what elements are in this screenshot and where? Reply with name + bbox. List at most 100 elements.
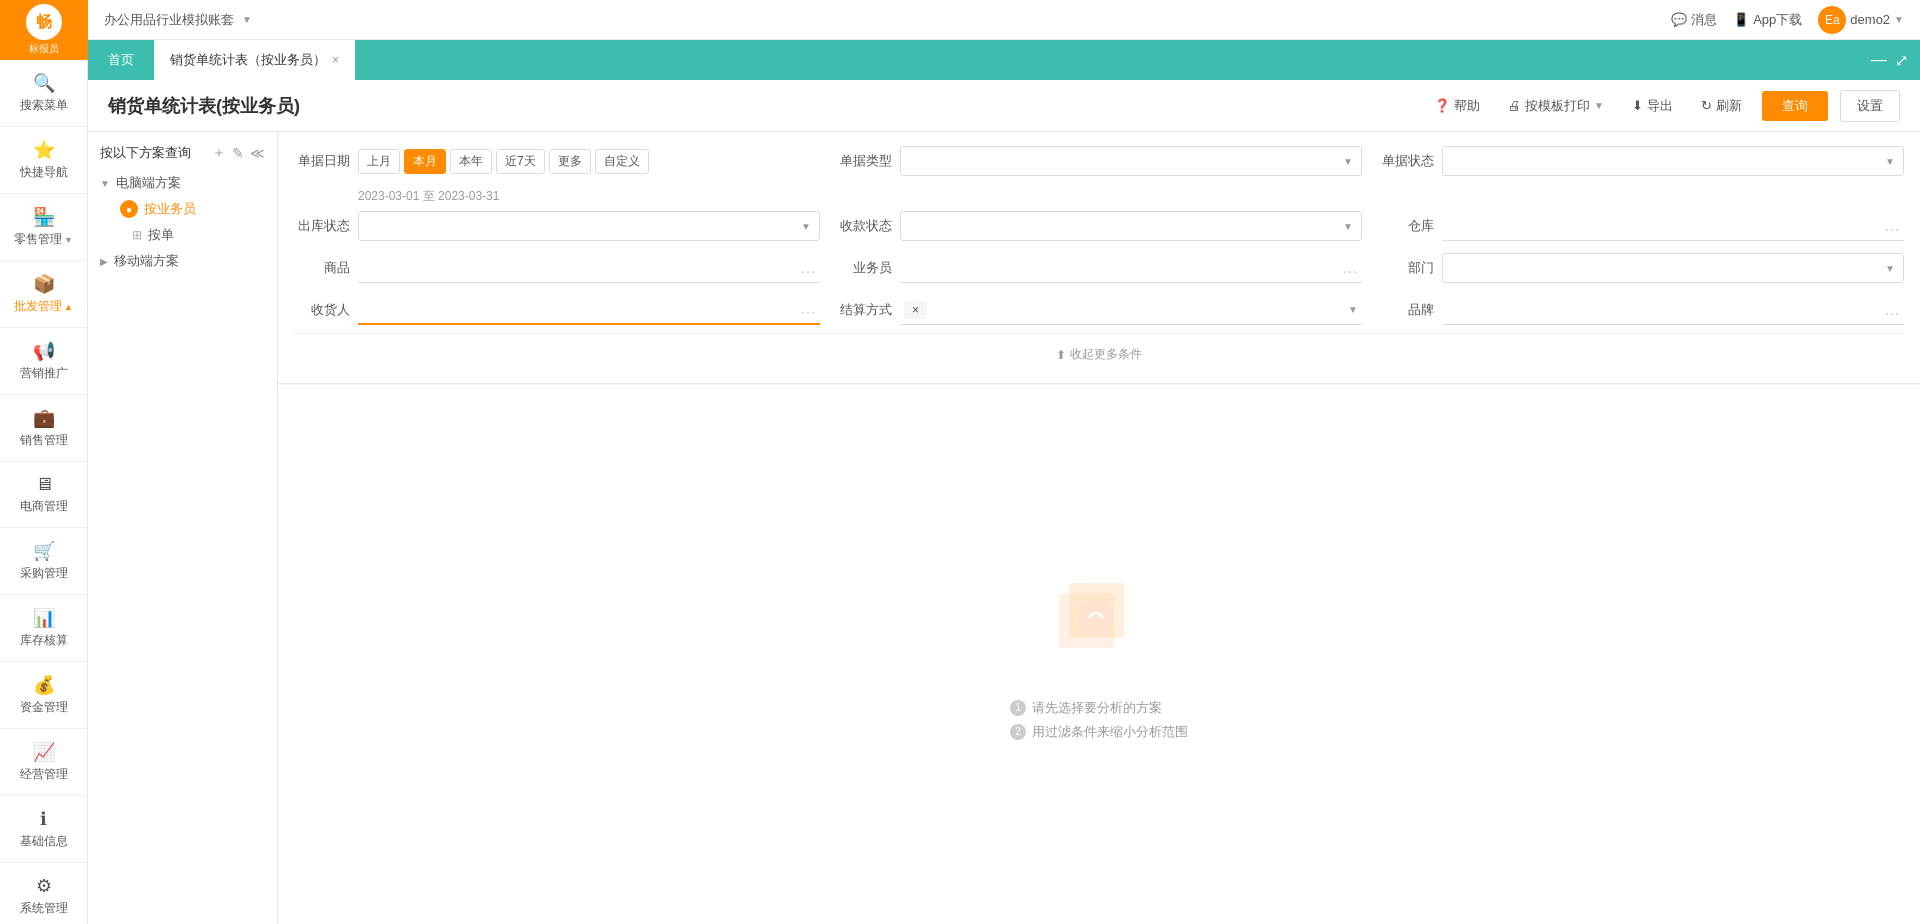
retail-arrow-icon: ▼	[64, 235, 73, 245]
settlement-value: ×	[912, 303, 919, 317]
print-btn[interactable]: 🖨 按模板打印 ▼	[1500, 93, 1612, 119]
sidebar-item-search[interactable]: 🔍 搜索菜单	[0, 60, 87, 127]
doc-type-arrow-icon: ▼	[1343, 156, 1353, 167]
product-label: 商品	[294, 259, 350, 277]
tree-group-desktop[interactable]: ▼ 电脑端方案	[88, 170, 277, 196]
warehouse-input-area[interactable]: …	[1442, 211, 1904, 241]
tab-home[interactable]: 首页	[88, 40, 154, 80]
doc-status-arrow-icon: ▼	[1885, 156, 1895, 167]
settlement-input-area[interactable]: × ▼	[900, 295, 1362, 325]
help-btn[interactable]: ❓ 帮助	[1426, 93, 1488, 119]
app-download-btn[interactable]: 📱 App下载	[1733, 11, 1802, 29]
logo-label: 标报员	[29, 42, 59, 56]
sidebar-item-wholesale[interactable]: 📦 批发管理 ▲	[0, 261, 87, 328]
date-btn-custom[interactable]: 自定义	[595, 149, 649, 174]
right-content: 单据日期 上月 本月 本年 近7天 更多 自定义 单据类型	[278, 132, 1920, 924]
content-area: 按以下方案查询 ＋ ✎ ≪ ▼ 电脑端方案 ● 按业务员 ⊞ 按单	[88, 132, 1920, 924]
brand-label: 品牌	[1378, 301, 1434, 319]
add-scheme-icon[interactable]: ＋	[212, 144, 226, 162]
sidebar-item-label: 采购管理	[20, 565, 68, 582]
sidebar-item-operations[interactable]: 📈 经营管理	[0, 729, 87, 796]
logo-icon: 畅	[26, 4, 62, 40]
inventory-icon: 📊	[33, 607, 55, 629]
sidebar-item-ecommerce[interactable]: 🖥 电商管理	[0, 462, 87, 528]
settlement-dropdown-icon[interactable]: ▼	[1348, 304, 1358, 315]
warehouse-dots-icon[interactable]: …	[1884, 217, 1900, 235]
tree-group-label: 电脑端方案	[116, 174, 181, 192]
avatar: Ea	[1818, 6, 1846, 34]
export-btn[interactable]: ⬇ 导出	[1624, 93, 1681, 119]
sub-icon: ⊞	[132, 228, 142, 242]
sidebar-item-purchase[interactable]: 🛒 采购管理	[0, 528, 87, 595]
brand-input-area[interactable]: …	[1442, 295, 1904, 325]
tip-num-2: 2	[1010, 724, 1026, 740]
message-label: 消息	[1691, 11, 1717, 29]
product-group: 商品 …	[294, 253, 820, 283]
brand-dots-icon[interactable]: …	[1884, 301, 1900, 319]
tree-sub-bydoc[interactable]: ⊞ 按单	[88, 222, 277, 248]
sidebar-item-marketing[interactable]: 📢 营销推广	[0, 328, 87, 395]
settlement-group: 结算方式 × ▼	[836, 295, 1362, 325]
staff-input-area[interactable]: …	[900, 253, 1362, 283]
out-status-select[interactable]: ▼	[358, 211, 820, 241]
sidebar-item-label: 系统管理	[20, 900, 68, 917]
date-btn-7days[interactable]: 近7天	[496, 149, 545, 174]
tab-close-icon[interactable]: ×	[332, 53, 339, 67]
sidebar-item-finance[interactable]: 💰 资金管理	[0, 662, 87, 729]
product-dots-icon[interactable]: …	[800, 259, 816, 277]
tab-bar: 首页 销货单统计表（按业务员） × — ⤢	[88, 40, 1920, 80]
message-btn[interactable]: 💬 消息	[1671, 11, 1717, 29]
company-dropdown-icon[interactable]: ▼	[242, 14, 252, 25]
export-label: 导出	[1647, 97, 1673, 115]
dept-select[interactable]: ▼	[1442, 253, 1904, 283]
receipt-status-select[interactable]: ▼	[900, 211, 1362, 241]
staff-dots-icon[interactable]: …	[1342, 259, 1358, 277]
tree-group-mobile[interactable]: ▶ 移动端方案	[88, 248, 277, 274]
svg-point-4	[1098, 613, 1102, 617]
empty-tip-1: 1 请先选择要分析的方案	[1010, 699, 1188, 717]
retail-icon: 🏪	[33, 206, 55, 228]
edit-scheme-icon[interactable]: ✎	[232, 145, 244, 161]
sidebar-item-basicinfo[interactable]: ℹ 基础信息	[0, 796, 87, 863]
tree-mobile-expand-icon: ▶	[100, 256, 108, 267]
collapse-btn[interactable]: ⬆ 收起更多条件	[1056, 340, 1142, 369]
sidebar-item-inventory[interactable]: 📊 库存核算	[0, 595, 87, 662]
sidebar-item-retail[interactable]: 🏪 零售管理 ▼	[0, 194, 87, 261]
main-area: 办公用品行业模拟账套 ▼ 💬 消息 📱 App下载 Ea demo2 ▼ 首	[88, 0, 1920, 924]
tab-active[interactable]: 销货单统计表（按业务员） ×	[154, 40, 355, 80]
user-menu[interactable]: Ea demo2 ▼	[1818, 6, 1904, 34]
settlement-label: 结算方式	[836, 301, 892, 319]
consignee-label: 收货人	[294, 301, 350, 319]
refresh-btn[interactable]: ↻ 刷新	[1693, 93, 1750, 119]
print-dropdown-icon[interactable]: ▼	[1594, 100, 1604, 111]
settlement-clear-tag[interactable]: ×	[904, 301, 927, 319]
tree-mobile-label: 移动端方案	[114, 252, 179, 270]
tree-expand-icon: ▼	[100, 178, 110, 189]
date-btn-thisyear[interactable]: 本年	[450, 149, 492, 174]
consignee-input-area[interactable]: …	[358, 295, 820, 325]
export-icon: ⬇	[1632, 98, 1643, 113]
doc-type-select[interactable]: ▼	[900, 146, 1362, 176]
date-btn-thismonth[interactable]: 本月	[404, 149, 446, 174]
left-panel-icons: ＋ ✎ ≪	[212, 144, 265, 162]
query-button[interactable]: 查询	[1762, 91, 1828, 121]
date-btn-more[interactable]: 更多	[549, 149, 591, 174]
setting-button[interactable]: 设置	[1840, 90, 1900, 122]
date-btn-lastmonth[interactable]: 上月	[358, 149, 400, 174]
svg-point-2	[1078, 600, 1114, 636]
product-input-area[interactable]: …	[358, 253, 820, 283]
collapse-panel-icon[interactable]: ≪	[250, 145, 265, 161]
receipt-status-arrow-icon: ▼	[1343, 221, 1353, 232]
sidebar-item-label: 电商管理	[20, 498, 68, 515]
consignee-dots-icon[interactable]: …	[800, 300, 816, 318]
doc-status-select[interactable]: ▼	[1442, 146, 1904, 176]
help-icon: ❓	[1434, 98, 1450, 113]
tree-child-bystaff[interactable]: ● 按业务员	[88, 196, 277, 222]
sidebar-item-quicknav[interactable]: ⭐ 快捷导航	[0, 127, 87, 194]
tab-maximize-icon[interactable]: ⤢	[1895, 51, 1908, 70]
ecommerce-icon: 🖥	[35, 474, 53, 495]
staff-label: 业务员	[836, 259, 892, 277]
sidebar-item-sales[interactable]: 💼 销售管理	[0, 395, 87, 462]
sidebar-item-system[interactable]: ⚙ 系统管理	[0, 863, 87, 924]
tab-minimize-icon[interactable]: —	[1871, 51, 1887, 69]
